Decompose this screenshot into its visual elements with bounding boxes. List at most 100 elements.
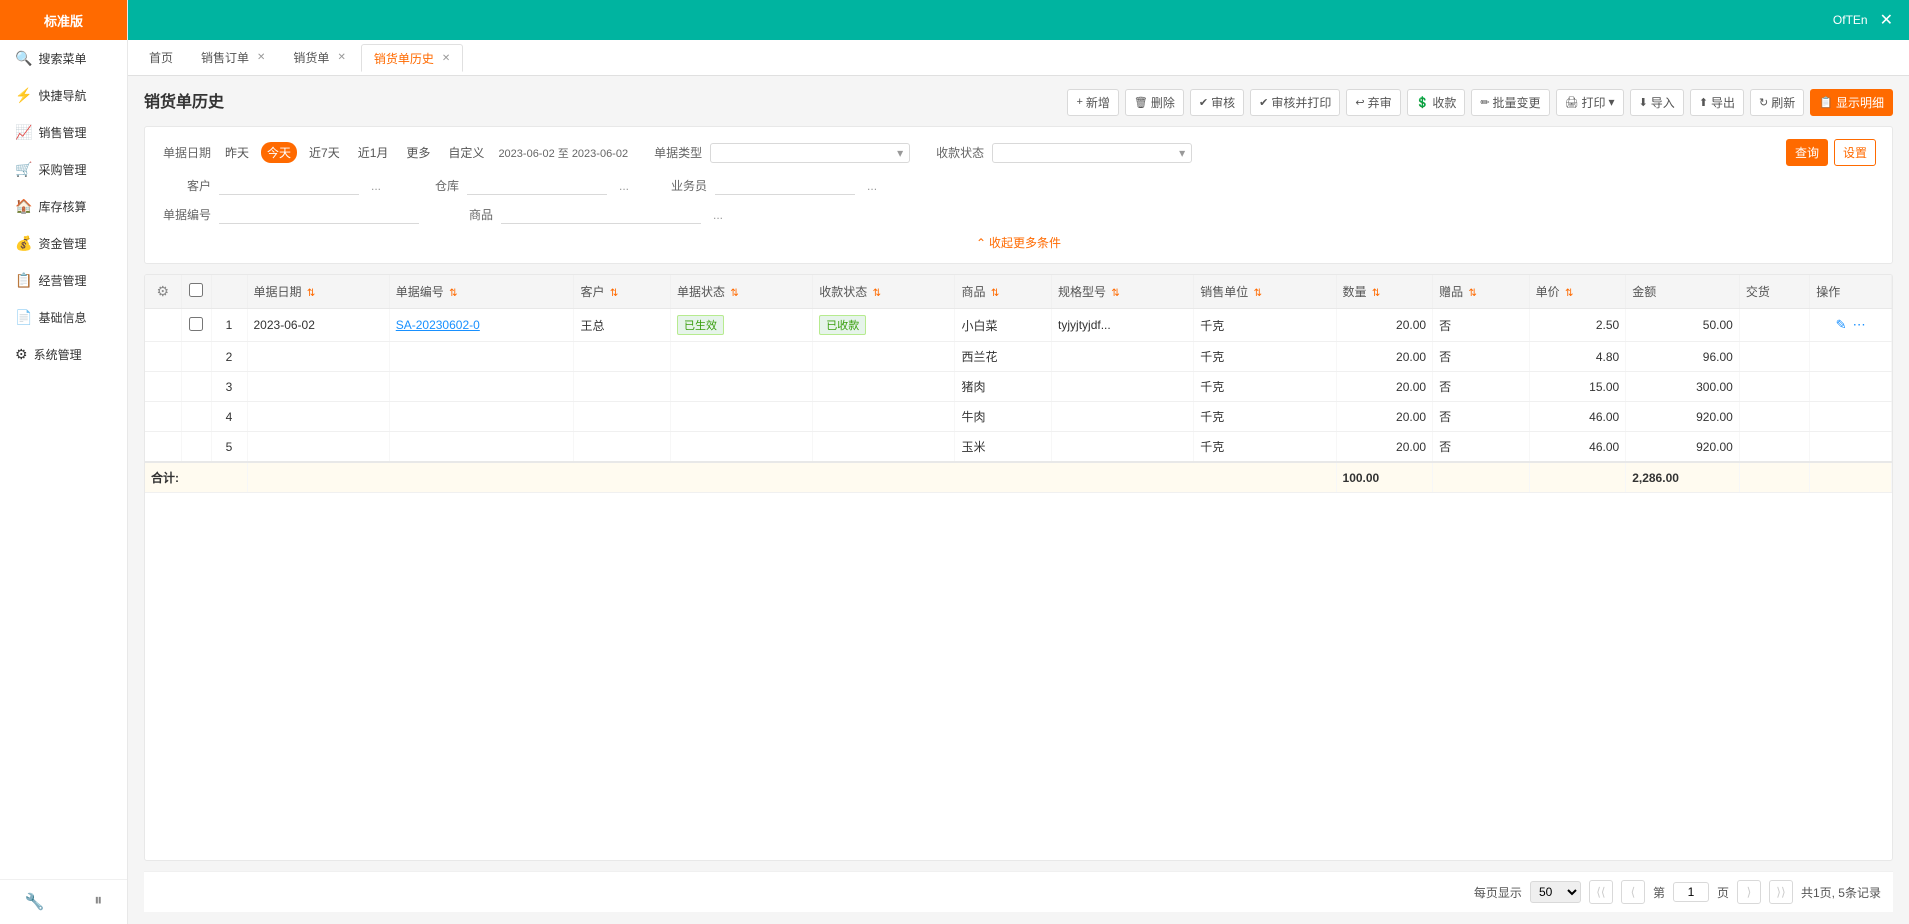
th-date[interactable]: 单据日期 ⇅: [247, 275, 389, 309]
tab-sales-order-close[interactable]: ✕: [257, 52, 265, 63]
data-table-wrapper: ⚙ 单据日期 ⇅ 单据编号 ⇅: [144, 274, 1893, 861]
new-button[interactable]: + 新增: [1067, 89, 1118, 116]
tab-sales-history[interactable]: 销货单历史 ✕: [361, 44, 463, 72]
last-page-button[interactable]: ⟩⟩: [1769, 880, 1793, 904]
collapse-row: ⌃ 收起更多条件: [161, 234, 1876, 251]
per-page-select[interactable]: 50 20 100: [1530, 881, 1581, 903]
td-checkbox: [181, 402, 211, 432]
reject-button[interactable]: ↩ 弃审: [1346, 89, 1400, 116]
table-settings-icon[interactable]: ⚙: [156, 283, 169, 299]
next-page-button[interactable]: ⟩: [1737, 880, 1761, 904]
customer-ellipsis[interactable]: ...: [367, 179, 385, 193]
warehouse-ellipsis[interactable]: ...: [615, 179, 633, 193]
approve-button[interactable]: ✔ 审核: [1190, 89, 1244, 116]
approve-print-button[interactable]: ✔ 审核并打印: [1250, 89, 1340, 116]
sidebar-item-sales-mgmt[interactable]: 📈 销售管理: [0, 114, 127, 151]
filter-item-customer: 客户 ...: [161, 176, 385, 195]
sidebar-item-operations[interactable]: 📋 经营管理: [0, 262, 127, 299]
goods-ellipsis[interactable]: ...: [709, 208, 727, 222]
td-checkbox: [181, 342, 211, 372]
sidebar-item-finance[interactable]: 💰 资金管理: [0, 225, 127, 262]
summary-label-cell: 合计:: [145, 462, 247, 493]
tab-sales-goods-close[interactable]: ✕: [337, 52, 345, 63]
delete-button[interactable]: 🗑 删除: [1125, 89, 1184, 116]
summary-action-cell: [1810, 462, 1892, 493]
sidebar-item-purchase-mgmt[interactable]: 🛒 采购管理: [0, 151, 127, 188]
row-checkbox[interactable]: [189, 317, 203, 331]
business-ellipsis[interactable]: ...: [863, 179, 881, 193]
td-index: 4: [211, 402, 247, 432]
business-input[interactable]: [715, 176, 855, 195]
prev-page-button[interactable]: ⟨: [1621, 880, 1645, 904]
import-button[interactable]: ⬇ 导入: [1630, 89, 1684, 116]
doc-no-link[interactable]: SA-20230602-0: [396, 318, 480, 332]
export-button[interactable]: ⬆ 导出: [1690, 89, 1744, 116]
td-settings: [145, 309, 181, 342]
sidebar-item-quick-nav[interactable]: ⚡ 快捷导航: [0, 77, 127, 114]
th-doc-status-sort-icon: ⇅: [730, 288, 738, 299]
date-tag-custom[interactable]: 自定义: [442, 142, 490, 163]
table-header-row: ⚙ 单据日期 ⇅ 单据编号 ⇅: [145, 275, 1892, 309]
close-window-button[interactable]: ✕: [1880, 10, 1893, 30]
th-doc-status[interactable]: 单据状态 ⇅: [671, 275, 813, 309]
customer-input[interactable]: [219, 176, 359, 195]
more-icon[interactable]: ⋯: [1853, 317, 1866, 333]
th-doc-no[interactable]: 单据编号 ⇅: [389, 275, 574, 309]
date-tag-today[interactable]: 今天: [261, 142, 297, 163]
td-index: 1: [211, 309, 247, 342]
th-goods[interactable]: 商品 ⇅: [955, 275, 1052, 309]
sidebar-item-basic-info[interactable]: 📄 基础信息: [0, 299, 127, 336]
th-trade: 交货: [1739, 275, 1809, 309]
delete-icon: 🗑: [1134, 96, 1148, 109]
th-spec[interactable]: 规格型号 ⇅: [1052, 275, 1194, 309]
first-page-button[interactable]: ⟨⟨: [1589, 880, 1613, 904]
app-title: OfTEn: [1833, 13, 1868, 27]
th-gift[interactable]: 赠品 ⇅: [1433, 275, 1530, 309]
collect-button[interactable]: 💲 收款: [1407, 89, 1466, 116]
tab-sales-goods[interactable]: 销货单 ✕: [280, 44, 358, 72]
th-quantity[interactable]: 数量 ⇅: [1336, 275, 1433, 309]
th-quantity-sort-icon: ⇅: [1372, 288, 1380, 299]
sidebar-item-inventory[interactable]: 🏠 库存核算: [0, 188, 127, 225]
td-trade: [1739, 309, 1809, 342]
th-customer[interactable]: 客户 ⇅: [574, 275, 671, 309]
page-content: 销货单历史 + 新增 🗑 删除 ✔ 审核 ✔ 审核并打印: [128, 76, 1909, 924]
date-tag-1month[interactable]: 近1月: [352, 142, 395, 163]
warehouse-input[interactable]: [467, 176, 607, 195]
payment-status-select[interactable]: ▾: [992, 143, 1192, 163]
page-number-input[interactable]: [1673, 882, 1709, 902]
collapse-button[interactable]: ⌃ 收起更多条件: [976, 234, 1061, 251]
refresh-button[interactable]: ↻ 刷新: [1750, 89, 1804, 116]
select-all-checkbox[interactable]: [189, 283, 203, 297]
sidebar-item-search-menu[interactable]: 🔍 搜索菜单: [0, 40, 127, 77]
settings-bottom-icon[interactable]: 🔧: [21, 888, 49, 916]
doc-no-input[interactable]: [219, 205, 419, 224]
td-gift: 否: [1433, 402, 1530, 432]
date-tag-yesterday[interactable]: 昨天: [219, 142, 255, 163]
edit-icon[interactable]: ✎: [1836, 317, 1847, 333]
tab-sales-order[interactable]: 销售订单 ✕: [188, 44, 278, 72]
query-button[interactable]: 查询: [1786, 139, 1828, 166]
batch-change-button[interactable]: ✏ 批量变更: [1471, 89, 1549, 116]
batch-change-icon: ✏: [1480, 96, 1489, 109]
td-action: ✎ ⋯: [1810, 309, 1892, 342]
th-price[interactable]: 单价 ⇅: [1529, 275, 1626, 309]
doc-type-arrow: ▾: [897, 146, 903, 160]
pause-icon[interactable]: ⏸: [90, 888, 106, 916]
doc-type-select[interactable]: ▾: [710, 143, 910, 163]
date-tag-7days[interactable]: 近7天: [303, 142, 346, 163]
date-tag-more[interactable]: 更多: [400, 142, 436, 163]
tab-sales-history-close[interactable]: ✕: [442, 53, 450, 64]
th-unit[interactable]: 销售单位 ⇅: [1194, 275, 1336, 309]
td-settings: [145, 342, 181, 372]
td-checkbox: [181, 309, 211, 342]
show-detail-button[interactable]: 📋 显示明细: [1810, 89, 1893, 116]
print-button[interactable]: 🖨 打印 ▾: [1556, 89, 1624, 116]
tab-home[interactable]: 首页: [136, 44, 186, 72]
summary-row: 合计: 100.00 2,286.00: [145, 462, 1892, 493]
sidebar-item-system-mgmt[interactable]: ⚙ 系统管理: [0, 336, 127, 373]
goods-input[interactable]: [501, 205, 701, 224]
settings-button[interactable]: 设置: [1834, 139, 1876, 166]
th-index: [211, 275, 247, 309]
th-payment-status[interactable]: 收款状态 ⇅: [813, 275, 955, 309]
